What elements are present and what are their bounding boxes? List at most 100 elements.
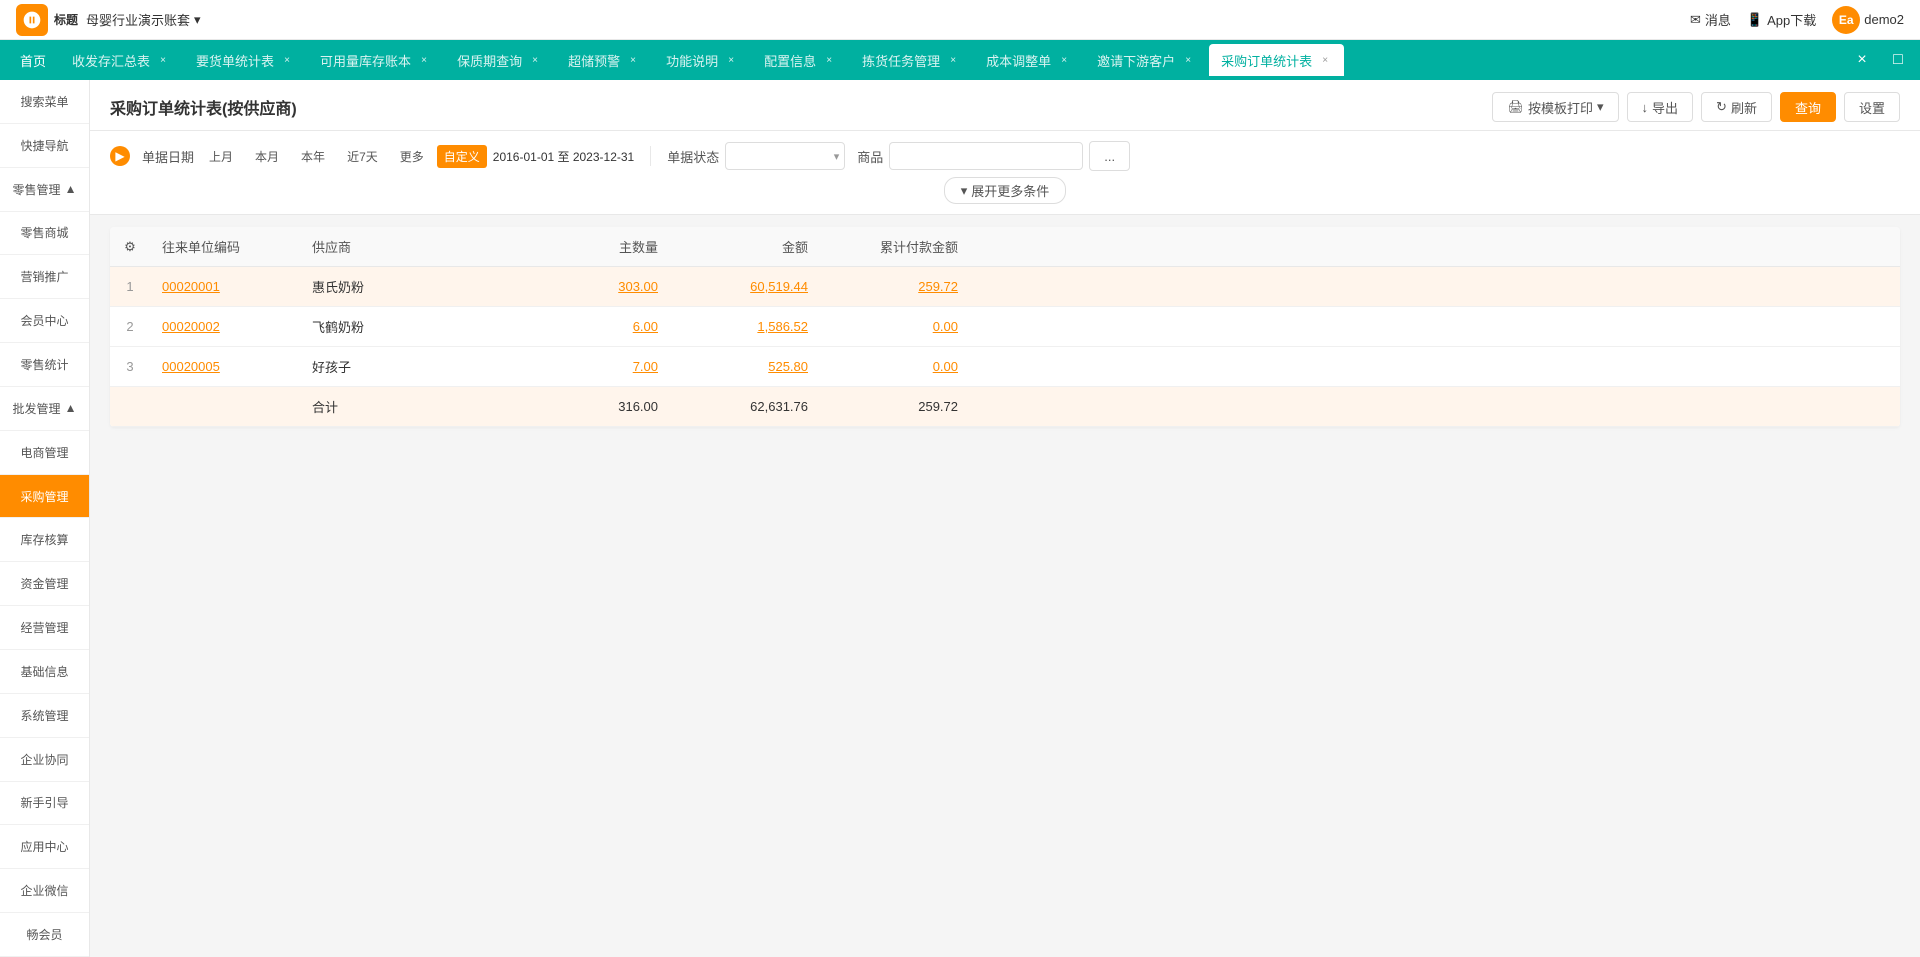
amount-link-3[interactable]: 525.80	[768, 359, 808, 374]
date-btn-7days[interactable]: 近7天	[338, 145, 387, 168]
warehouse-dropdown-icon: ▾	[194, 12, 201, 28]
message-btn[interactable]: ✉ 消息	[1690, 10, 1731, 29]
sidebar-quick-nav[interactable]: 快捷导航	[0, 124, 89, 168]
close-tab-collect-send[interactable]: ×	[156, 53, 170, 67]
logo-svg	[22, 10, 42, 30]
code-link-1[interactable]: 00020001	[162, 279, 220, 294]
row-amount-1: 60,519.44	[670, 267, 820, 307]
close-tab-order-stats[interactable]: ×	[280, 53, 294, 67]
page-title: 采购订单统计表(按供应商)	[110, 95, 297, 119]
tab-invite-downstream[interactable]: 邀请下游客户 ×	[1085, 44, 1207, 76]
col-header-code: 往来单位编码	[150, 227, 300, 267]
sidebar-search[interactable]: 搜索菜单	[0, 80, 89, 124]
sidebar-item-basic-info[interactable]: 基础信息	[0, 650, 89, 694]
sidebar-item-retail-mgmt[interactable]: 零售管理 ▲	[0, 168, 89, 212]
close-tab-func-desc[interactable]: ×	[724, 53, 738, 67]
paid-link-3[interactable]: 0.00	[933, 359, 958, 374]
print-button[interactable]: 🖨 按模板打印 ▾	[1492, 92, 1618, 122]
qty-link-2[interactable]: 6.00	[633, 319, 658, 334]
nav-right-icons: × □	[1848, 46, 1912, 74]
sidebar-item-purchase-mgmt[interactable]: 采购管理	[0, 475, 89, 519]
date-label: 单据日期	[142, 147, 194, 166]
restore-window-btn[interactable]: □	[1884, 46, 1912, 74]
date-btn-last-month[interactable]: 上月	[200, 145, 242, 168]
tab-collect-send[interactable]: 收发存汇总表 ×	[60, 44, 182, 76]
goods-filter: 商品 ...	[857, 141, 1130, 171]
sidebar-item-new-guide[interactable]: 新手引导	[0, 782, 89, 826]
close-tab-purchase-stats[interactable]: ×	[1318, 53, 1332, 67]
tab-purchase-stats[interactable]: 采购订单统计表 ×	[1209, 44, 1344, 76]
qty-link-1[interactable]: 303.00	[618, 279, 658, 294]
close-tab-overstock[interactable]: ×	[626, 53, 640, 67]
app-download-btn[interactable]: 📱 App下载	[1747, 10, 1816, 29]
settings-icon[interactable]: ⚙	[124, 239, 136, 254]
close-tab-pick-task[interactable]: ×	[946, 53, 960, 67]
sidebar-item-capital-mgmt[interactable]: 资金管理	[0, 562, 89, 606]
paid-link-1[interactable]: 259.72	[918, 279, 958, 294]
close-tab-invite-downstream[interactable]: ×	[1181, 53, 1195, 67]
date-btn-this-year[interactable]: 本年	[292, 145, 334, 168]
tab-order-stats[interactable]: 要货单统计表 ×	[184, 44, 306, 76]
code-link-2[interactable]: 00020002	[162, 319, 220, 334]
close-tab-config-info[interactable]: ×	[822, 53, 836, 67]
warehouse-selector[interactable]: 母婴行业演示账套 ▾	[86, 10, 201, 29]
query-button[interactable]: 查询	[1780, 92, 1836, 122]
sidebar-item-biz-mgmt[interactable]: 经营管理	[0, 606, 89, 650]
row-code-2: 00020002	[150, 307, 300, 347]
tab-cost-adjust[interactable]: 成本调整单 ×	[974, 44, 1083, 76]
row-supplier-2: 飞鹤奶粉	[300, 307, 550, 347]
expand-more-filters-btn[interactable]: ▾ 展开更多条件	[944, 177, 1067, 204]
status-select[interactable]	[725, 142, 845, 170]
tab-overstock[interactable]: 超储预警 ×	[556, 44, 652, 76]
refresh-button[interactable]: ↻ 刷新	[1701, 92, 1772, 122]
goods-input[interactable]	[889, 142, 1083, 170]
tab-warranty[interactable]: 保质期查询 ×	[445, 44, 554, 76]
tab-home[interactable]: 首页	[8, 44, 58, 76]
close-window-btn[interactable]: ×	[1848, 46, 1876, 74]
close-tab-cost-adjust[interactable]: ×	[1057, 53, 1071, 67]
logo-text: 标题	[54, 11, 78, 28]
sidebar-item-corp-collab[interactable]: 企业协同	[0, 738, 89, 782]
printer-icon: 🖨	[1507, 99, 1524, 115]
tab-func-desc[interactable]: 功能说明 ×	[654, 44, 750, 76]
amount-link-1[interactable]: 60,519.44	[750, 279, 808, 294]
settings-button[interactable]: 设置	[1844, 92, 1900, 122]
sidebar-item-app-center[interactable]: 应用中心	[0, 825, 89, 869]
export-button[interactable]: ↓ 导出	[1627, 92, 1694, 122]
date-btn-this-month[interactable]: 本月	[246, 145, 288, 168]
sidebar-item-marketing[interactable]: 营销推广	[0, 255, 89, 299]
qty-link-3[interactable]: 7.00	[633, 359, 658, 374]
col-header-amount: 金额	[670, 227, 820, 267]
tab-usable-stock[interactable]: 可用量库存账本 ×	[308, 44, 443, 76]
date-btn-custom[interactable]: 自定义	[437, 145, 487, 168]
goods-label: 商品	[857, 147, 883, 166]
sidebar-item-retail-shop[interactable]: 零售商城	[0, 212, 89, 256]
sidebar-item-ecommerce[interactable]: 电商管理	[0, 431, 89, 475]
sidebar-item-corp-wechat[interactable]: 企业微信	[0, 869, 89, 913]
row-amount-2: 1,586.52	[670, 307, 820, 347]
close-tab-warranty[interactable]: ×	[528, 53, 542, 67]
table-row: 1 00020001 惠氏奶粉 303.00 60,519.44	[110, 267, 1900, 307]
amount-link-2[interactable]: 1,586.52	[757, 319, 808, 334]
sidebar-item-sys-mgmt[interactable]: 系统管理	[0, 694, 89, 738]
sidebar-item-stock-check[interactable]: 库存核算	[0, 518, 89, 562]
status-filter: 单据状态	[667, 142, 845, 170]
date-range[interactable]: 2016-01-01 至 2023-12-31	[493, 148, 634, 165]
tab-pick-task[interactable]: 拣货任务管理 ×	[850, 44, 972, 76]
sidebar-item-batch-mgmt[interactable]: 批发管理 ▲	[0, 387, 89, 431]
filter-toggle-arrow[interactable]: ▶	[110, 146, 130, 166]
close-tab-usable-stock[interactable]: ×	[417, 53, 431, 67]
sidebar-item-member-center[interactable]: 会员中心	[0, 299, 89, 343]
paid-link-2[interactable]: 0.00	[933, 319, 958, 334]
sidebar-item-retail-stats[interactable]: 零售统计	[0, 343, 89, 387]
more-filters-btn[interactable]: ...	[1089, 141, 1130, 171]
code-link-3[interactable]: 00020005	[162, 359, 220, 374]
print-dropdown-icon: ▾	[1597, 99, 1604, 115]
user-area[interactable]: Ea demo2	[1832, 6, 1904, 34]
row-paid-2: 0.00	[820, 307, 970, 347]
date-btn-more[interactable]: 更多	[391, 145, 433, 168]
retail-mgmt-arrow-icon: ▲	[65, 182, 77, 196]
tab-config-info[interactable]: 配置信息 ×	[752, 44, 848, 76]
sidebar-item-vip-member[interactable]: 畅会员	[0, 913, 89, 957]
col-header-settings[interactable]: ⚙	[110, 227, 150, 267]
